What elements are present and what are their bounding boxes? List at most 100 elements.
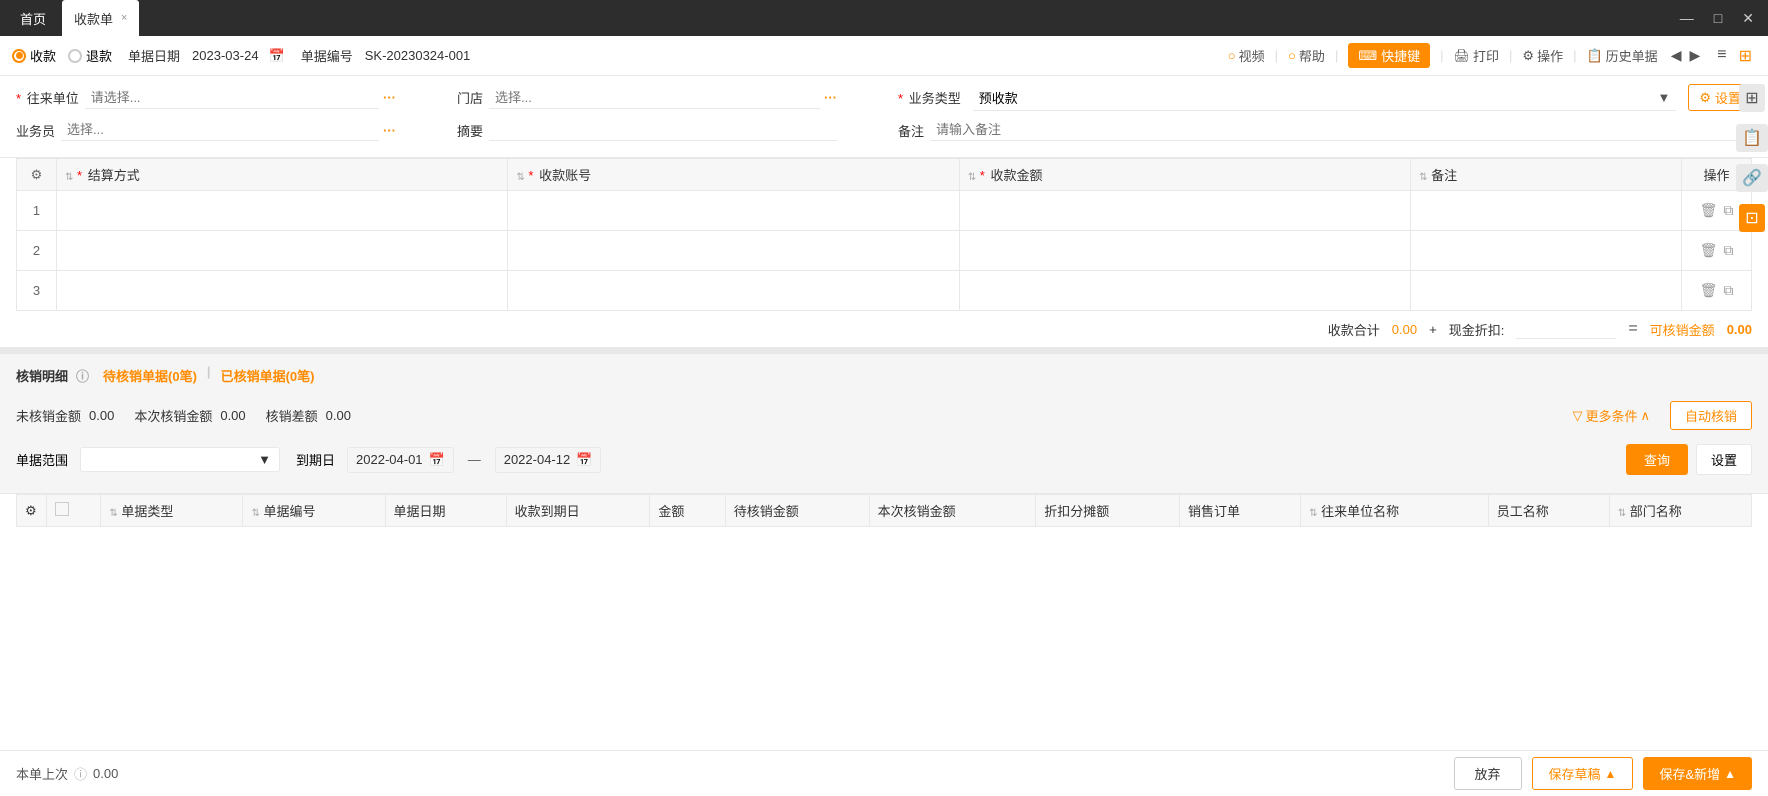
print-btn[interactable]: 🖨 打印 [1454, 46, 1500, 65]
right-panel: ⊞ 📋 🔗 ⊡ [1736, 72, 1768, 244]
maximize-btn[interactable]: □ [1708, 8, 1728, 28]
print-label: 打印 [1473, 46, 1499, 65]
stat-diff: 核销差额 0.00 [266, 406, 351, 425]
amount-cell-1[interactable] [959, 191, 1410, 231]
range-select[interactable]: ▼ [80, 447, 280, 472]
tab-label: 收款单 [74, 9, 113, 28]
counterparty-field: * 往来单位 ··· [16, 87, 396, 109]
settlement-cell-3[interactable] [57, 271, 508, 311]
nav-tab-shoukuan[interactable]: 收款单 × [62, 0, 139, 36]
date-to-picker[interactable]: 2022-04-12 📅 [495, 447, 602, 473]
business-type-label: * 业务类型 [898, 88, 961, 107]
filter-settings-btn[interactable]: 设置 [1696, 444, 1752, 475]
shortcut-label: 快捷键 [1381, 46, 1420, 65]
account-cell-1[interactable] [508, 191, 959, 231]
help-btn[interactable]: ○ 帮助 [1288, 46, 1325, 65]
abandon-btn[interactable]: 放弃 [1454, 757, 1522, 790]
delete-icon-2[interactable]: 🗑 [1700, 242, 1718, 259]
amount-cell-2[interactable] [959, 231, 1410, 271]
side-table-icon[interactable]: ⊞ [1739, 84, 1764, 112]
sep2: | [1335, 48, 1338, 63]
discount-input[interactable] [1516, 319, 1616, 339]
prev-arrow[interactable]: ◀ [1668, 47, 1685, 64]
grid-view-icon[interactable]: ⊞ [1735, 44, 1756, 68]
note-label: 备注 [898, 121, 924, 140]
th-sales-order: 销售订单 [1180, 495, 1301, 527]
save-draft-btn[interactable]: 保存草稿 ▲ [1532, 757, 1634, 790]
delete-icon-3[interactable]: 🗑 [1700, 282, 1718, 299]
note-input[interactable] [930, 119, 1752, 141]
close-btn[interactable]: ✕ [1736, 8, 1760, 29]
radio-tuikuan[interactable]: 退款 [68, 46, 112, 65]
note-cell-3[interactable] [1411, 271, 1682, 311]
summary-input[interactable] [489, 119, 837, 141]
writeoff-info-icon[interactable]: ⓘ [76, 366, 89, 385]
date-label: 单据日期 [128, 46, 180, 65]
th-settings[interactable]: ⚙ [17, 159, 57, 191]
query-btn[interactable]: 查询 [1626, 444, 1688, 475]
minimize-btn[interactable]: — [1674, 8, 1700, 28]
staff-more-btn[interactable]: ··· [383, 123, 396, 138]
auto-writeoff-btn[interactable]: 自动核销 [1670, 401, 1752, 430]
footer-btns: 放弃 保存草稿 ▲ 保存&新增 ▲ [1454, 757, 1752, 790]
store-more-btn[interactable]: ··· [824, 90, 837, 105]
range-label: 单据范围 [16, 450, 68, 469]
shortcut-btn[interactable]: ⌨ 快捷键 [1348, 43, 1430, 68]
business-type-dropdown[interactable]: 预收款 ▼ [973, 85, 1677, 111]
copy-icon-3[interactable]: ⧉ [1723, 282, 1733, 299]
video-btn[interactable]: ○ 视频 [1228, 46, 1265, 65]
copy-icon-1[interactable]: ⧉ [1723, 202, 1733, 219]
operate-btn[interactable]: ⚙ 操作 [1522, 46, 1563, 65]
help-label: 帮助 [1299, 46, 1325, 65]
tab-pending[interactable]: 待核销单据(0笔) [97, 364, 203, 387]
save-new-btn[interactable]: 保存&新增 ▲ [1643, 757, 1752, 790]
discount-label: 现金折扣: [1449, 320, 1505, 339]
staff-input[interactable] [61, 119, 379, 141]
radio-shoukuan[interactable]: 收款 [12, 46, 56, 65]
side-scan-icon[interactable]: ⊡ [1739, 204, 1764, 232]
col-settings-bottom-icon[interactable]: ⚙ [25, 503, 37, 518]
delete-icon-1[interactable]: 🗑 [1700, 202, 1718, 219]
verifiable-label: 可核销金额 [1650, 320, 1715, 339]
th-staff: 员工名称 [1488, 495, 1609, 527]
select-all-checkbox[interactable] [55, 502, 69, 516]
note-cell-1[interactable] [1411, 191, 1682, 231]
range-arrow-icon: ▼ [258, 452, 271, 467]
settlement-cell-2[interactable] [57, 231, 508, 271]
counterparty-input[interactable] [85, 87, 379, 109]
side-doc-icon[interactable]: 📋 [1736, 124, 1768, 152]
radio-dot-shoukuan [12, 49, 26, 63]
nav-arrows: ◀ ▶ [1668, 47, 1704, 64]
tab-done[interactable]: 已核销单据(0笔) [215, 364, 321, 387]
date-value[interactable]: 2023-03-24 [192, 48, 259, 63]
list-view-icon[interactable]: ≡ [1713, 44, 1730, 68]
account-cell-3[interactable] [508, 271, 959, 311]
account-cell-2[interactable] [508, 231, 959, 271]
copy-icon-2[interactable]: ⧉ [1723, 242, 1733, 259]
counterparty-more-btn[interactable]: ··· [383, 90, 396, 105]
footer-info-icon[interactable]: ⓘ [74, 764, 87, 783]
stat-unverified-label: 未核销金额 [16, 406, 81, 425]
col-settings-icon[interactable]: ⚙ [31, 167, 43, 182]
store-input[interactable] [489, 87, 820, 109]
next-arrow[interactable]: ▶ [1686, 47, 1703, 64]
close-tab-icon[interactable]: × [121, 12, 127, 24]
calendar-icon[interactable]: 📅 [269, 48, 285, 64]
side-link-icon[interactable]: 🔗 [1736, 164, 1768, 192]
note-cell-2[interactable] [1411, 231, 1682, 271]
calendar-to-icon[interactable]: 📅 [576, 452, 592, 468]
collect-total-label: 收款合计 [1328, 320, 1380, 339]
calendar-from-icon[interactable]: 📅 [429, 452, 445, 468]
amount-cell-3[interactable] [959, 271, 1410, 311]
history-btn[interactable]: 📋 历史单据 [1586, 46, 1657, 65]
per-page-value: 0.00 [93, 766, 118, 781]
date-from-picker[interactable]: 2022-04-01 📅 [347, 447, 454, 473]
number-field: 单据编号 SK-20230324-001 [301, 46, 471, 65]
nav-tab-home[interactable]: 首页 [8, 0, 58, 36]
operate-icon: ⚙ [1522, 48, 1534, 64]
th-bottom-checkbox [47, 495, 101, 527]
settlement-cell-1[interactable] [57, 191, 508, 231]
th-due-date: 收款到期日 [506, 495, 650, 527]
more-conditions-btn[interactable]: ▽ 更多条件 ∧ [1572, 406, 1650, 425]
store-field: 门店 ··· [457, 87, 837, 109]
